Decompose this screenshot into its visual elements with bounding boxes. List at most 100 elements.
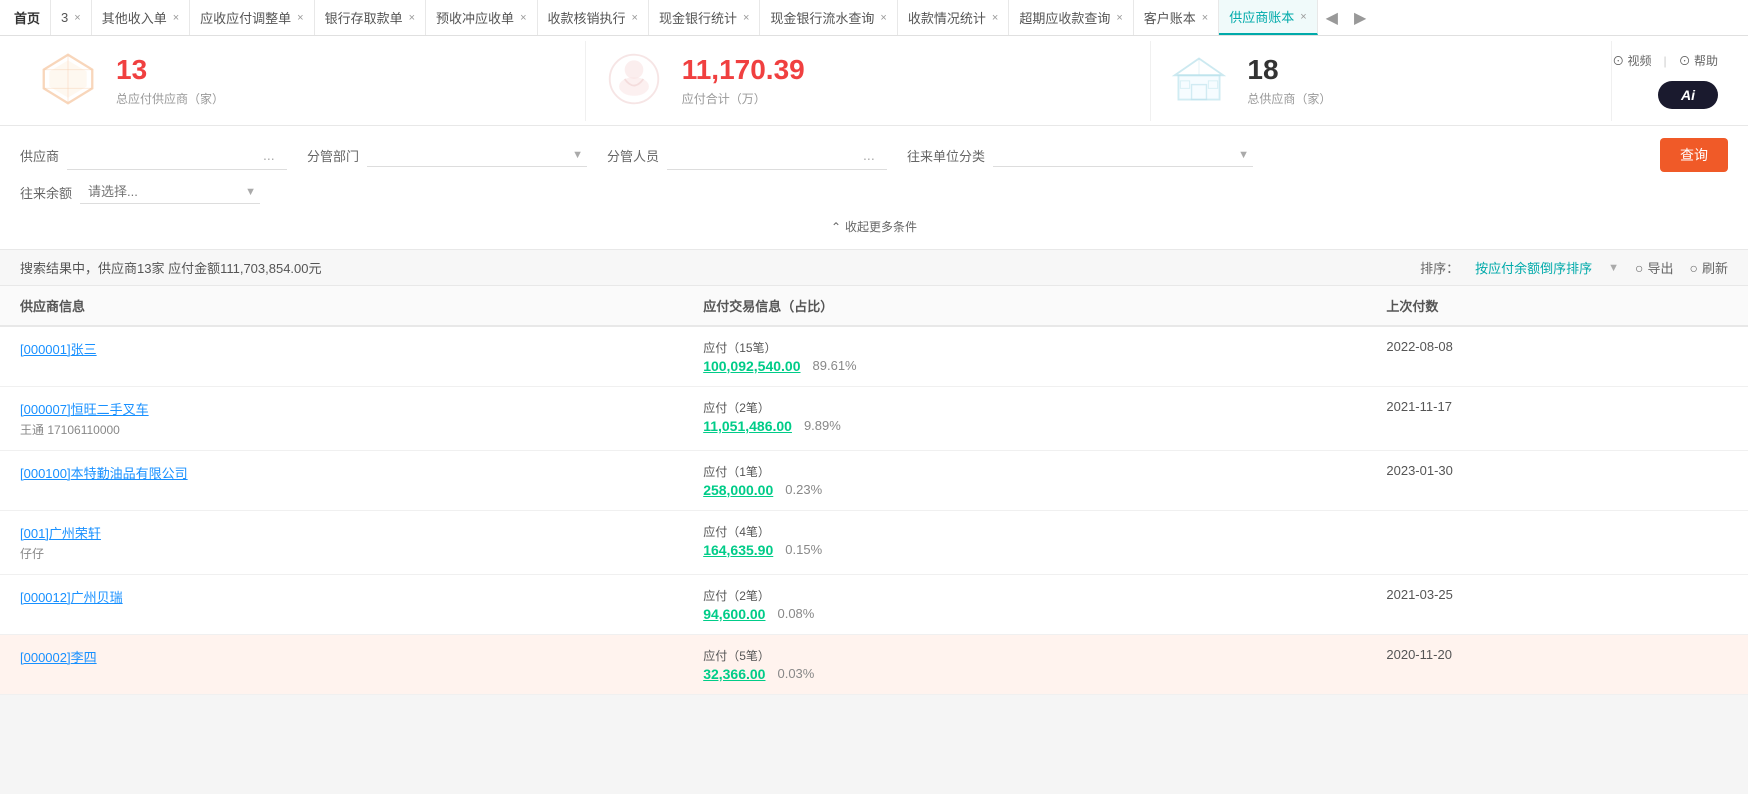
refresh-button[interactable]: ○ 刷新: [1690, 258, 1728, 277]
help-link[interactable]: ⊙ 帮助: [1679, 52, 1718, 69]
close-icon[interactable]: ×: [1116, 12, 1122, 24]
close-icon[interactable]: ×: [992, 12, 998, 24]
nav-tab-supplier-account[interactable]: 供应商账本 ×: [1219, 0, 1317, 35]
nav-tab-other-income[interactable]: 其他收入单 ×: [92, 0, 190, 35]
supplier-link-6[interactable]: [000002]李四: [20, 650, 97, 665]
nav-tab-cash-bank-flow[interactable]: 现金银行流水查询 ×: [760, 0, 897, 35]
trans-amount-2[interactable]: 11,051,486.00: [703, 418, 792, 434]
nav-tab-other-income-label: 其他收入单: [102, 8, 167, 27]
total-suppliers-label: 总供应商（家）: [1247, 90, 1331, 107]
nav-tab-collection-exec-label: 收款核销执行: [548, 8, 626, 27]
nav-next-arrow[interactable]: ▶: [1346, 0, 1374, 35]
trans-pct-3: 0.23%: [785, 482, 822, 497]
summary-bar: 13 总应付供应商（家） 11,170.39 应付合计（万）: [0, 36, 1748, 126]
diamond-icon: [40, 51, 100, 111]
close-icon[interactable]: ×: [743, 12, 749, 24]
nav-tab-home[interactable]: 首页: [4, 0, 51, 35]
close-icon[interactable]: ×: [1202, 12, 1208, 24]
summary-right: ⊙ 视频 | ⊙ 帮助 Ai: [1612, 52, 1728, 109]
balance-select-wrap[interactable]: ▼: [80, 180, 260, 204]
supplier-code-2: [000007]: [20, 402, 71, 417]
supplier-link-1[interactable]: [000001]张三: [20, 342, 97, 357]
supplier-sub-2: 王通 17106110000: [20, 421, 703, 438]
supplier-name-2: 恒旺二手叉车: [71, 402, 149, 417]
supplier-filter-label: 供应商: [20, 146, 59, 165]
ai-button[interactable]: Ai: [1681, 87, 1695, 103]
dept-filter-label: 分管部门: [307, 146, 359, 165]
nav-tab-customer-account[interactable]: 客户账本 ×: [1134, 0, 1219, 35]
close-icon[interactable]: ×: [173, 12, 179, 24]
nav-tab-bank-deposit[interactable]: 银行存取款单 ×: [315, 0, 426, 35]
person-input[interactable]: [671, 143, 861, 166]
sort-dropdown-icon[interactable]: ▼: [1608, 262, 1619, 274]
nav-prev-arrow[interactable]: ◀: [1318, 0, 1346, 35]
export-label: 导出: [1648, 258, 1674, 277]
last-pay-3: 2023-01-30: [1386, 463, 1728, 478]
close-icon[interactable]: ×: [880, 12, 886, 24]
nav-tab-cash-bank-stat[interactable]: 现金银行统计 ×: [649, 0, 760, 35]
search-button[interactable]: 查询: [1660, 138, 1728, 172]
close-icon[interactable]: ×: [1300, 11, 1306, 23]
category-input[interactable]: [1001, 147, 1238, 162]
trans-label-3: 应付（1笔）: [703, 463, 1386, 480]
table-area: 供应商信息 应付交易信息（占比） 上次付数 [000001]张三 应付（15笔）…: [0, 286, 1748, 695]
supplier-code-4: [001]: [20, 526, 49, 541]
nav-tab-collection-stat-label: 收款情况统计: [908, 8, 986, 27]
export-button[interactable]: ○ 导出: [1635, 258, 1673, 277]
table-row: [000001]张三 应付（15笔） 100,092,540.00 89.61%…: [0, 327, 1748, 387]
supplier-code-3: [000100]: [20, 466, 71, 481]
close-icon[interactable]: ×: [74, 12, 80, 24]
filter-balance: 往来余额 ▼: [20, 180, 260, 204]
supplier-link-4[interactable]: [001]广州荣轩: [20, 526, 101, 541]
trans-amount-3[interactable]: 258,000.00: [703, 482, 773, 498]
close-icon[interactable]: ×: [520, 12, 526, 24]
trans-amount-1[interactable]: 100,092,540.00: [703, 358, 800, 374]
top-navigation: 首页 3 × 其他收入单 × 应收应付调整单 × 银行存取款单 × 预收冲应收单…: [0, 0, 1748, 36]
category-select-wrap[interactable]: ▼: [993, 143, 1253, 167]
balance-input[interactable]: [88, 184, 245, 199]
supplier-ellipsis[interactable]: ...: [263, 147, 275, 163]
table-row: [000007]恒旺二手叉车 王通 17106110000 应付（2笔） 11,…: [0, 387, 1748, 451]
nav-tab-3[interactable]: 3 ×: [51, 0, 92, 35]
close-icon[interactable]: ×: [632, 12, 638, 24]
grain-icon: [606, 51, 666, 111]
category-dropdown-arrow[interactable]: ▼: [1238, 149, 1249, 161]
trans-info-1: 应付（15笔） 100,092,540.00 89.61%: [703, 339, 1386, 374]
trans-row-3: 258,000.00 0.23%: [703, 480, 1386, 498]
supplier-info-4: [001]广州荣轩 仔仔: [20, 523, 703, 562]
dept-select-wrap[interactable]: ▼: [367, 143, 587, 167]
filter-person: 分管人员 ...: [607, 140, 887, 170]
balance-dropdown-arrow[interactable]: ▼: [245, 186, 256, 198]
trans-amount-5[interactable]: 94,600.00: [703, 606, 765, 622]
nav-tab-collection-exec[interactable]: 收款核销执行 ×: [538, 0, 649, 35]
supplier-link-2[interactable]: [000007]恒旺二手叉车: [20, 402, 149, 417]
trans-amount-6[interactable]: 32,366.00: [703, 666, 765, 682]
nav-tab-overdue-collect[interactable]: 超期应收款查询 ×: [1009, 0, 1133, 35]
trans-row-5: 94,600.00 0.08%: [703, 604, 1386, 622]
nav-tab-advance-collect[interactable]: 预收冲应收单 ×: [426, 0, 537, 35]
video-link[interactable]: ⊙ 视频: [1612, 52, 1651, 69]
summary-total-suppliers: 18 总供应商（家）: [1151, 41, 1612, 121]
supplier-link-5[interactable]: [000012]广州贝瑞: [20, 590, 123, 605]
trans-amount-4[interactable]: 164,635.90: [703, 542, 773, 558]
nav-tab-ap-adjust[interactable]: 应收应付调整单 ×: [190, 0, 314, 35]
supplier-link-3[interactable]: [000100]本特勤油品有限公司: [20, 466, 188, 481]
store-icon: [1171, 51, 1231, 111]
supplier-info-3: [000100]本特勤油品有限公司: [20, 463, 703, 482]
dept-dropdown-arrow[interactable]: ▼: [572, 149, 583, 161]
supplier-input[interactable]: [71, 143, 261, 166]
trans-pct-4: 0.15%: [785, 542, 822, 557]
table-row: [000100]本特勤油品有限公司 应付（1笔） 258,000.00 0.23…: [0, 451, 1748, 511]
last-pay-5: 2021-03-25: [1386, 587, 1728, 602]
trans-info-5: 应付（2笔） 94,600.00 0.08%: [703, 587, 1386, 622]
sort-select[interactable]: 按应付余额倒序排序: [1475, 258, 1592, 277]
nav-tab-collection-stat[interactable]: 收款情况统计 ×: [898, 0, 1009, 35]
close-icon[interactable]: ×: [409, 12, 415, 24]
collapse-bar[interactable]: ⌃ 收起更多条件: [20, 212, 1728, 241]
balance-filter-label: 往来余额: [20, 183, 72, 202]
nav-tab-supplier-account-label: 供应商账本: [1229, 7, 1294, 26]
person-ellipsis[interactable]: ...: [863, 147, 875, 163]
close-icon[interactable]: ×: [297, 12, 303, 24]
dept-input[interactable]: [375, 147, 572, 162]
trans-pct-2: 9.89%: [804, 418, 841, 433]
